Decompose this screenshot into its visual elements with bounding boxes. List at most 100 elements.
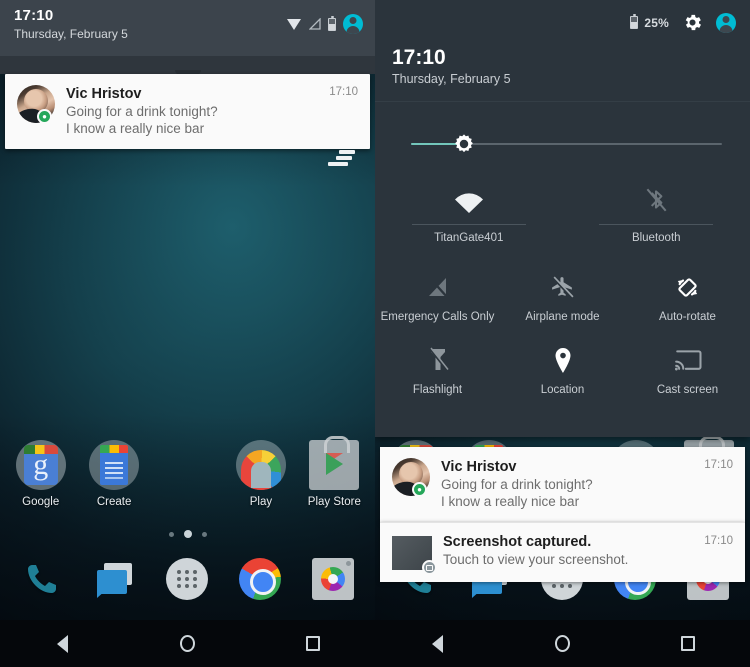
tile-flashlight[interactable]: Flashlight: [375, 345, 500, 396]
home-nav-icon: [555, 635, 570, 652]
notification-time: 17:10: [704, 459, 733, 471]
app-label: Google: [22, 496, 60, 508]
left-phone-screen: 17:10 Thursday, February 5 ● Vic Hristov…: [0, 0, 375, 667]
brightness-slider[interactable]: [411, 134, 722, 153]
dock-item-messaging[interactable]: [79, 558, 152, 600]
notification-time: 17:10: [329, 86, 358, 98]
app-play-store[interactable]: Play Store: [298, 436, 371, 508]
home-button[interactable]: [500, 635, 625, 652]
quick-settings-top-tiles: TitanGate401 Bluetooth: [375, 178, 750, 244]
battery-percent-label: 25%: [644, 15, 669, 30]
screenshot-thumbnail: [392, 536, 437, 575]
badge-glyph: ●: [42, 111, 47, 121]
dock-item-camera[interactable]: [296, 558, 369, 600]
notification-shade-strip: [0, 56, 375, 74]
page-dot-active[interactable]: [183, 530, 192, 538]
messaging-icon: [94, 558, 136, 600]
tile-label: Cast screen: [656, 384, 719, 396]
clear-all-notifications-icon[interactable]: [327, 150, 355, 168]
location-pin-icon: [552, 345, 574, 375]
tile-label: Location: [540, 384, 585, 396]
navigation-bar: [0, 620, 375, 667]
page-indicator-dots: [0, 530, 375, 538]
quick-settings-panel: 25% 17:10 Thursday, February 5 TitanGate…: [375, 0, 750, 437]
dock-item-all-apps[interactable]: [151, 558, 224, 600]
recents-nav-icon: [680, 636, 695, 651]
tile-row-1: Emergency Calls Only Airplane mode Auto-…: [375, 272, 750, 323]
tile-label: Bluetooth: [631, 232, 681, 244]
back-button[interactable]: [0, 634, 125, 653]
tile-bluetooth[interactable]: Bluetooth: [563, 178, 750, 244]
recents-button[interactable]: [250, 636, 375, 651]
airplane-off-icon: [550, 272, 575, 302]
quick-settings-date: Thursday, February 5: [392, 72, 511, 86]
tile-label: Airplane mode: [525, 311, 600, 323]
navigation-bar: [375, 620, 750, 667]
notification-time: 17:10: [704, 535, 733, 547]
page-dot[interactable]: [201, 531, 207, 537]
whatsapp-badge-icon: ●: [37, 109, 52, 124]
battery-icon: [328, 15, 336, 31]
recents-nav-icon: [305, 636, 320, 651]
tile-airplane-mode[interactable]: Airplane mode: [500, 272, 625, 323]
bluetooth-off-icon: [643, 178, 669, 214]
app-empty-slot: [151, 440, 224, 508]
page-dot[interactable]: [168, 531, 174, 537]
cast-screen-icon: [674, 345, 702, 375]
dock-item-phone[interactable]: [6, 558, 79, 600]
battery-status: 25%: [630, 14, 669, 30]
app-label: Play Store: [307, 496, 361, 508]
brightness-sun-icon[interactable]: [453, 133, 475, 155]
status-bar-icons: [287, 14, 363, 34]
tile-cast-screen[interactable]: Cast screen: [625, 345, 750, 396]
notification-line-1: Touch to view your screenshot.: [443, 552, 629, 567]
notification-line-2: I know a really nice bar: [441, 494, 580, 509]
screenshot-badge-icon: [422, 560, 437, 575]
tile-wifi[interactable]: TitanGate401: [375, 178, 563, 244]
quick-settings-tile-grid: Emergency Calls Only Airplane mode Auto-…: [375, 272, 750, 418]
clear-bar-2: [336, 156, 352, 160]
app-create[interactable]: Create: [77, 440, 150, 508]
recents-button[interactable]: [625, 636, 750, 651]
right-phone-screen: Google Create Play Play Store: [375, 0, 750, 667]
user-account-icon[interactable]: [716, 12, 736, 33]
notification-card-screenshot[interactable]: Screenshot captured. Touch to view your …: [380, 522, 745, 582]
notification-card[interactable]: ● Vic Hristov Going for a drink tonight?…: [5, 74, 370, 149]
contact-photo-avatar: ●: [17, 85, 55, 124]
clear-bar-1: [339, 150, 355, 154]
gear-icon[interactable]: [682, 12, 703, 33]
all-apps-icon: [166, 558, 209, 600]
google-play-music-icon: [235, 440, 286, 490]
tile-emergency-calls[interactable]: Emergency Calls Only: [375, 272, 500, 323]
home-nav-icon: [180, 635, 195, 652]
tile-auto-rotate[interactable]: Auto-rotate: [625, 272, 750, 323]
flashlight-off-icon: [427, 345, 449, 375]
notification-title: Vic Hristov: [441, 459, 517, 475]
notification-title: Vic Hristov: [66, 86, 142, 102]
contact-photo-avatar: ●: [392, 458, 430, 497]
chrome-icon: [239, 558, 282, 600]
app-google[interactable]: Google: [4, 440, 77, 508]
app-play[interactable]: Play: [224, 440, 297, 508]
google-search-icon: [15, 440, 66, 490]
home-button[interactable]: [125, 635, 250, 652]
badge-shape: [426, 564, 433, 571]
dock: [0, 551, 375, 607]
whatsapp-badge-icon: ●: [412, 482, 427, 497]
tile-label: TitanGate401: [434, 232, 504, 244]
notification-line-2: I know a really nice bar: [66, 121, 205, 136]
wifi-icon: [287, 18, 302, 30]
notification-title: Screenshot captured.: [443, 534, 592, 550]
tile-label: Flashlight: [412, 384, 463, 396]
google-play-store-icon: [309, 436, 360, 490]
auto-rotate-icon: [674, 272, 701, 302]
tile-location[interactable]: Location: [500, 345, 625, 396]
notification-card-message[interactable]: ● Vic Hristov Going for a drink tonight?…: [380, 447, 745, 523]
notification-line-1: Going for a drink tonight?: [441, 477, 593, 492]
user-account-icon[interactable]: [343, 14, 363, 34]
back-nav-icon: [57, 634, 68, 653]
dock-item-chrome[interactable]: [224, 558, 297, 600]
quick-settings-header: 25% 17:10 Thursday, February 5: [375, 0, 750, 102]
google-docs-create-icon: [89, 440, 140, 490]
back-button[interactable]: [375, 634, 500, 653]
